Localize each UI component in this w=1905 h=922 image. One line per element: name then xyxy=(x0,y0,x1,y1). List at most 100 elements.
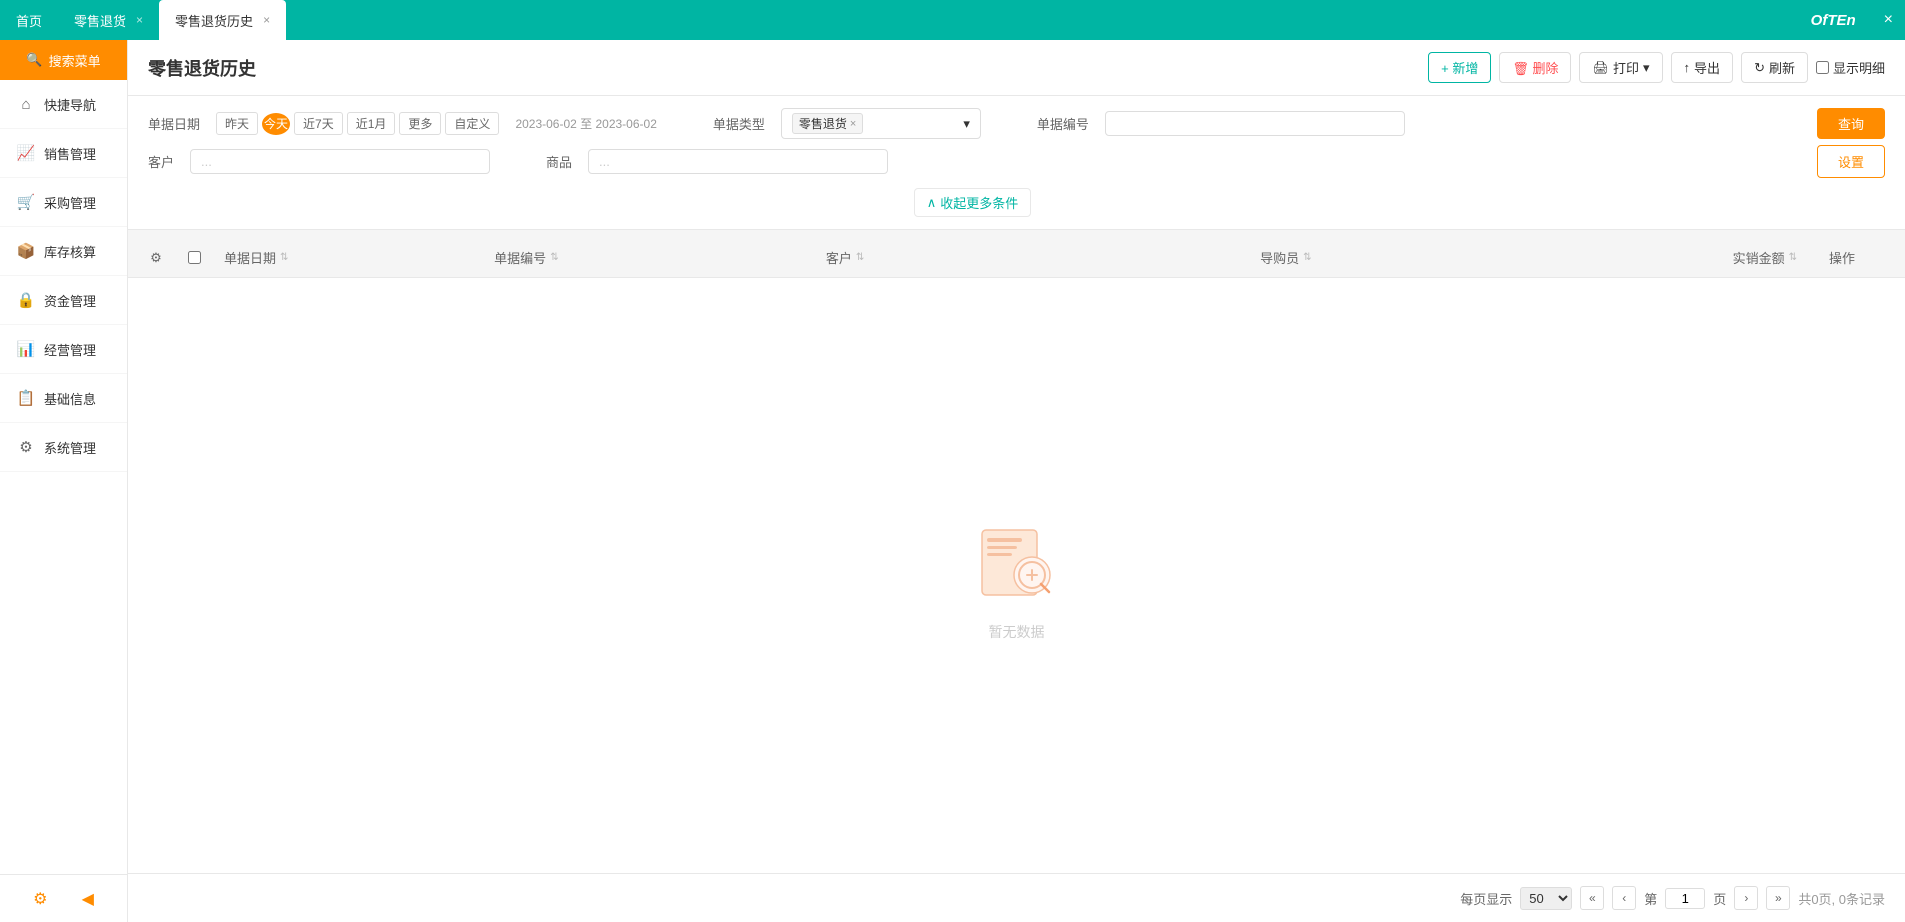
sidebar-item-finance-mgmt-label: 资金管理 xyxy=(44,291,96,310)
show-detail-checkbox[interactable]: 显示明细 xyxy=(1816,58,1885,77)
sidebar-nav: ⌂ 快捷导航 📈 销售管理 🛒 采购管理 📦 库存核算 🔒 资金管理 📊 xyxy=(0,80,127,874)
sidebar-item-sales-mgmt-label: 销售管理 xyxy=(44,144,96,163)
sidebar-item-sys-mgmt[interactable]: ⚙ 系统管理 xyxy=(0,423,127,472)
show-detail-input[interactable] xyxy=(1816,61,1829,74)
sidebar-item-inventory-label: 库存核算 xyxy=(44,242,96,261)
tab-retail-return[interactable]: 零售退货 × xyxy=(58,0,159,40)
print-button[interactable]: 🖨 打印 ▾ xyxy=(1579,52,1662,83)
page-label: 第 xyxy=(1644,889,1657,908)
tab-retail-return-history-label: 零售退货历史 xyxy=(175,11,253,30)
window-close-button[interactable]: × xyxy=(1872,11,1905,29)
empty-illustration xyxy=(967,510,1067,610)
last-page-button[interactable]: » xyxy=(1766,886,1790,910)
select-all-checkbox[interactable] xyxy=(188,251,201,264)
sidebar-item-quick-nav-label: 快捷导航 xyxy=(44,95,96,114)
tab-home[interactable]: 首页 xyxy=(0,0,58,40)
export-label: 导出 xyxy=(1694,58,1720,77)
date-btn-yesterday[interactable]: 昨天 xyxy=(216,112,258,135)
th-customer-label: 客户 xyxy=(826,248,852,267)
sidebar-item-basic-info[interactable]: 📋 基础信息 xyxy=(0,374,127,423)
empty-state: 暂无数据 xyxy=(128,278,1905,873)
th-customer[interactable]: 客户 ⇅ xyxy=(814,240,1248,275)
print-dropdown-icon: ▾ xyxy=(1643,60,1650,76)
search-icon: 🔍 xyxy=(26,52,42,68)
page-header: 零售退货历史 + 新增 🗑 删除 🖨 打印 ▾ ↑ 导出 ↻ 刷新 xyxy=(128,40,1905,96)
export-button[interactable]: ↑ 导出 xyxy=(1671,52,1734,83)
set-button[interactable]: 设置 xyxy=(1817,145,1885,178)
sales-icon: 📈 xyxy=(16,143,36,163)
tab-retail-return-history-close[interactable]: × xyxy=(263,13,270,27)
sidebar-search[interactable]: 🔍 搜索菜单 xyxy=(0,40,127,80)
date-btn-more[interactable]: 更多 xyxy=(399,112,441,135)
sidebar-item-sys-mgmt-label: 系统管理 xyxy=(44,438,96,457)
query-button[interactable]: 查询 xyxy=(1817,108,1885,139)
prev-page-button[interactable]: ‹ xyxy=(1612,886,1636,910)
new-button[interactable]: + 新增 xyxy=(1428,52,1491,83)
date-filter-label: 单据日期 xyxy=(148,114,200,133)
tab-retail-return-label: 零售退货 xyxy=(74,11,126,30)
main-layout: 🔍 搜索菜单 ⌂ 快捷导航 📈 销售管理 🛒 采购管理 📦 库存核算 🔒 xyxy=(0,40,1905,922)
sidebar-collapse-button[interactable]: ◀ xyxy=(82,889,94,909)
page-size-select[interactable]: 50 100 200 xyxy=(1520,887,1572,910)
guide-sort-icon: ⇅ xyxy=(1303,252,1311,263)
th-guide[interactable]: 导购员 ⇅ xyxy=(1248,240,1580,275)
sys-icon: ⚙ xyxy=(16,437,36,457)
goods-filter-label: 商品 xyxy=(546,152,572,171)
th-action-label: 操作 xyxy=(1829,248,1855,267)
sidebar-item-inventory[interactable]: 📦 库存核算 xyxy=(0,227,127,276)
sidebar-item-purchase-mgmt[interactable]: 🛒 采购管理 xyxy=(0,178,127,227)
th-date[interactable]: 单据日期 ⇅ xyxy=(212,240,482,275)
bill-no-input[interactable] xyxy=(1105,111,1405,136)
table-header: ⚙ 单据日期 ⇅ 单据编号 ⇅ 客户 ⇅ 导购员 ⇅ xyxy=(128,238,1905,278)
date-btn-today[interactable]: 今天 xyxy=(262,113,290,135)
tab-retail-return-close[interactable]: × xyxy=(136,13,143,27)
page-number-input[interactable] xyxy=(1665,888,1705,909)
first-page-button[interactable]: « xyxy=(1580,886,1604,910)
top-bar: 首页 零售退货 × 零售退货历史 × OfTEn × xyxy=(0,0,1905,40)
type-tag-close[interactable]: × xyxy=(850,118,856,130)
th-guide-label: 导购员 xyxy=(1260,248,1299,267)
sidebar-item-sales-mgmt[interactable]: 📈 销售管理 xyxy=(0,129,127,178)
sidebar: 🔍 搜索菜单 ⌂ 快捷导航 📈 销售管理 🛒 采购管理 📦 库存核算 🔒 xyxy=(0,40,128,922)
refresh-icon: ↻ xyxy=(1754,60,1765,76)
sidebar-item-finance-mgmt[interactable]: 🔒 资金管理 xyxy=(0,276,127,325)
pagination-bar: 每页显示 50 100 200 « ‹ 第 页 › » 共0页, 0条记录 xyxy=(128,873,1905,922)
sidebar-search-label: 搜索菜单 xyxy=(49,51,101,70)
sidebar-item-basic-info-label: 基础信息 xyxy=(44,389,96,408)
export-icon: ↑ xyxy=(1684,60,1691,75)
finance-icon: 🔒 xyxy=(16,290,36,310)
refresh-button[interactable]: ↻ 刷新 xyxy=(1741,52,1808,83)
page-of-label: 页 xyxy=(1713,889,1726,908)
collapse-filter-button[interactable]: ∧ 收起更多条件 xyxy=(914,188,1032,217)
sidebar-settings-button[interactable]: ⚙ xyxy=(33,889,47,909)
bill-no-sort-icon: ⇅ xyxy=(550,252,558,263)
th-date-label: 单据日期 xyxy=(224,248,276,267)
tab-home-label: 首页 xyxy=(16,11,42,30)
home-icon: ⌂ xyxy=(16,94,36,114)
print-icon: 🖨 xyxy=(1592,60,1609,76)
sidebar-item-ops-mgmt-label: 经营管理 xyxy=(44,340,96,359)
date-btn-custom[interactable]: 自定义 xyxy=(445,112,499,135)
customer-sort-icon: ⇅ xyxy=(856,252,864,263)
goods-input[interactable]: ... xyxy=(588,149,888,174)
purchase-icon: 🛒 xyxy=(16,192,36,212)
customer-input[interactable]: ... xyxy=(190,149,490,174)
th-bill-no[interactable]: 单据编号 ⇅ xyxy=(482,240,814,275)
sidebar-item-quick-nav[interactable]: ⌂ 快捷导航 xyxy=(0,80,127,129)
customer-filter-label: 客户 xyxy=(148,152,174,171)
th-settings[interactable]: ⚙ xyxy=(136,242,176,274)
th-bill-no-label: 单据编号 xyxy=(494,248,546,267)
refresh-label: 刷新 xyxy=(1769,58,1795,77)
th-amount[interactable]: 实销金额 ⇅ xyxy=(1580,240,1817,275)
show-detail-label: 显示明细 xyxy=(1833,58,1885,77)
amount-sort-icon: ⇅ xyxy=(1789,252,1797,263)
date-btn-7days[interactable]: 近7天 xyxy=(294,112,343,135)
next-page-button[interactable]: › xyxy=(1734,886,1758,910)
type-filter-select[interactable]: 零售退货 × ▾ xyxy=(781,108,981,139)
date-btn-1month[interactable]: 近1月 xyxy=(347,112,396,135)
th-checkbox[interactable] xyxy=(176,243,212,272)
sidebar-item-ops-mgmt[interactable]: 📊 经营管理 xyxy=(0,325,127,374)
tab-retail-return-history[interactable]: 零售退货历史 × xyxy=(159,0,286,40)
delete-button[interactable]: 🗑 删除 xyxy=(1499,52,1571,83)
type-filter-label: 单据类型 xyxy=(713,114,765,133)
